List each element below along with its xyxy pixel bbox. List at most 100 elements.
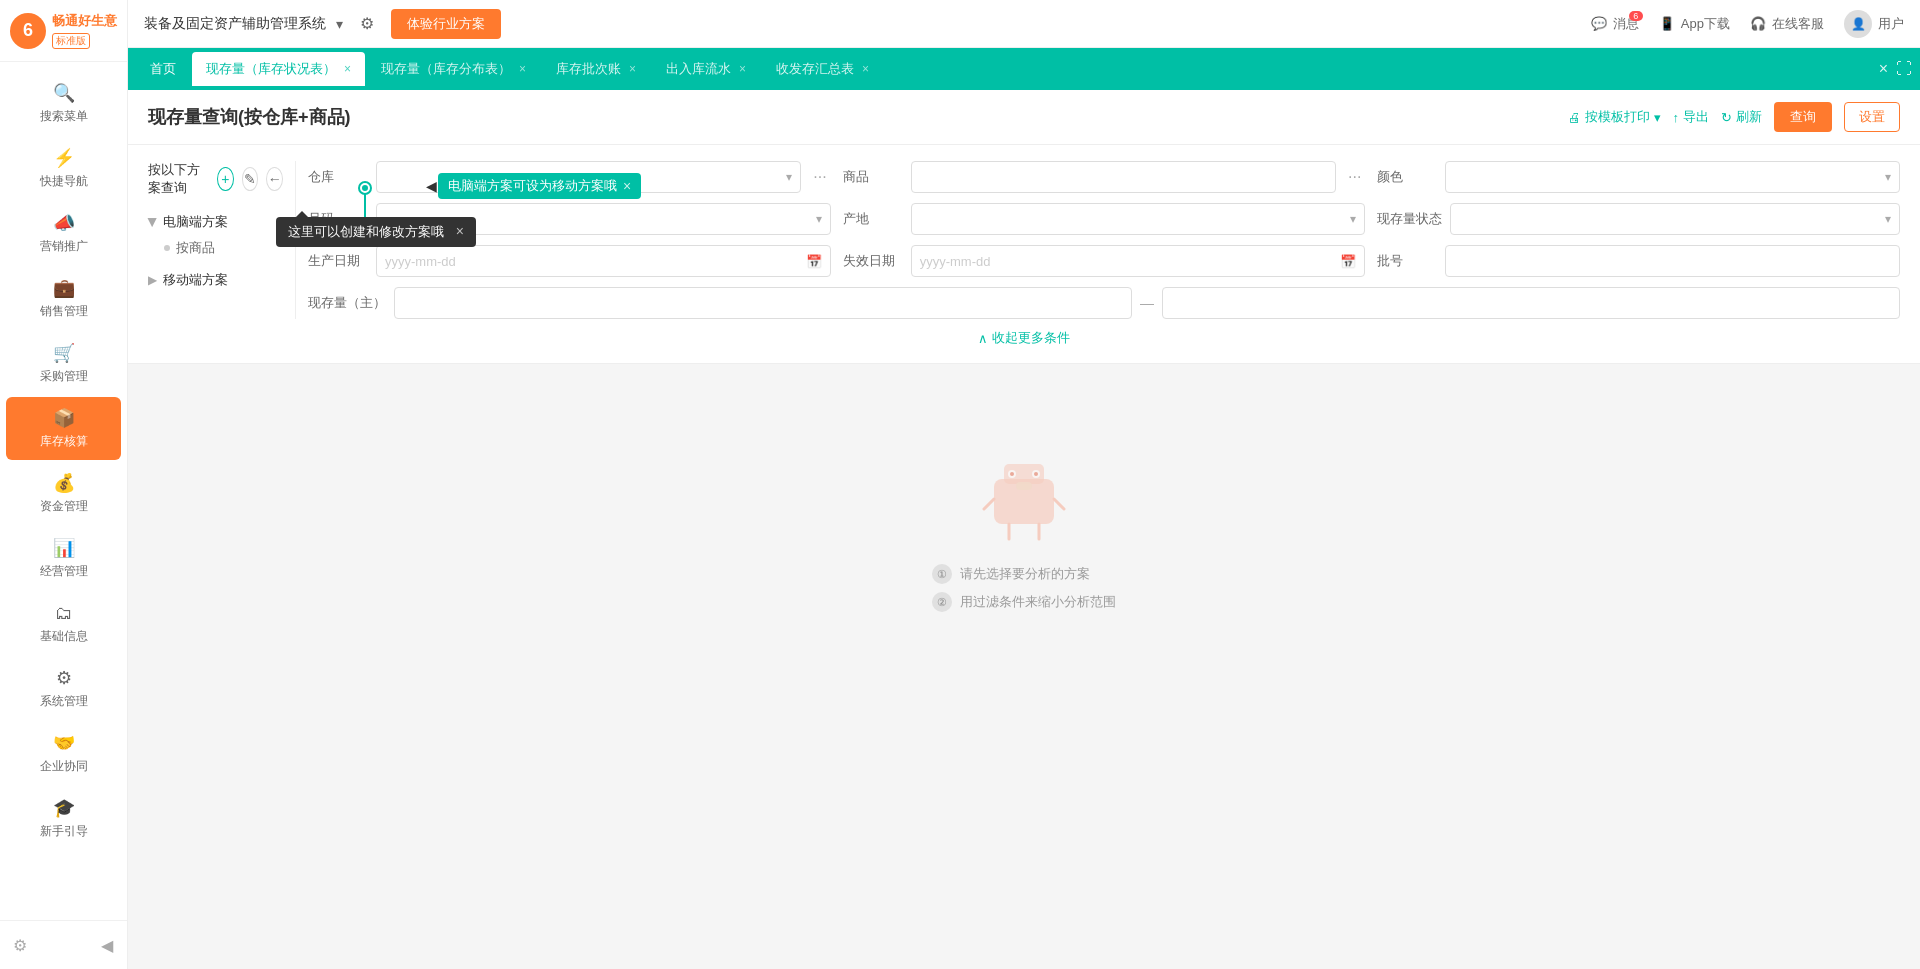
tab-bar: 首页 现存量（库存状况表） × 现存量（库存分布表） × 库存批次账 × 出入库… xyxy=(128,48,1920,90)
system-icon: ⚙ xyxy=(53,667,75,689)
sidebar-item-guide[interactable]: 🎓 新手引导 xyxy=(6,787,121,850)
user-action[interactable]: 👤 用户 xyxy=(1844,10,1904,38)
sidebar-nav: 🔍 搜索菜单 ⚡ 快捷导航 📣 营销推广 💼 销售管理 🛒 采购管理 📦 库存核… xyxy=(0,62,127,920)
page-title: 现存量查询(按仓库+商品) xyxy=(148,105,351,129)
desktop-scheme-toggle[interactable]: ▶ 电脑端方案 xyxy=(148,209,283,235)
page-actions: 🖨 按模板打印 ▾ ↑ 导出 ↻ 刷新 查询 设置 xyxy=(1568,102,1901,132)
scheme-tag-close[interactable]: × xyxy=(623,178,631,194)
add-scheme-button[interactable]: + xyxy=(217,167,234,191)
sidebar-item-marketing[interactable]: 📣 营销推广 xyxy=(6,202,121,265)
export-button[interactable]: ↑ 导出 xyxy=(1673,108,1710,126)
system-dropdown[interactable]: ▾ xyxy=(336,16,343,32)
sidebar-item-enterprise[interactable]: 🤝 企业协同 xyxy=(6,722,121,785)
tab-close-icon-2[interactable]: × xyxy=(519,62,526,76)
batch-label: 批号 xyxy=(1377,252,1437,270)
empty-tip-2: ② 用过滤条件来缩小分析范围 xyxy=(932,592,1116,612)
filter-label: 按以下方案查询 xyxy=(148,161,209,197)
tooltip2-close[interactable]: × xyxy=(456,223,464,239)
svg-rect-6 xyxy=(1016,482,1032,490)
color-group: 颜色 ▾ xyxy=(1377,161,1900,193)
reset-button[interactable]: 设置 xyxy=(1844,102,1900,132)
scheme-tag[interactable]: 电脑端方案可设为移动方案哦 × xyxy=(438,173,641,199)
refresh-icon: ↻ xyxy=(1721,110,1732,125)
stock-status-select[interactable]: ▾ xyxy=(1450,203,1900,235)
online-service-action[interactable]: 🎧 在线客服 xyxy=(1750,15,1824,33)
tab-close-icon-5[interactable]: × xyxy=(862,62,869,76)
sidebar-bottom: ⚙ ◀ xyxy=(0,920,127,969)
operations-icon: 📊 xyxy=(53,537,75,559)
refresh-button[interactable]: ↻ 刷新 xyxy=(1721,108,1762,126)
collapse-button[interactable]: ∧ 收起更多条件 xyxy=(148,329,1900,347)
sidebar-item-finance[interactable]: 💰 资金管理 xyxy=(6,462,121,525)
tab-receive-send[interactable]: 收发存汇总表 × xyxy=(762,52,883,86)
tab-maximize-icon[interactable]: ⛶ xyxy=(1896,60,1912,78)
sidebar-item-operations[interactable]: 📊 经营管理 xyxy=(6,527,121,590)
stock-main-to[interactable] xyxy=(1162,287,1900,319)
empty-tip-2-text: 用过滤条件来缩小分析范围 xyxy=(960,593,1116,611)
app-download-label: App下载 xyxy=(1681,15,1730,33)
arrow-scheme-button[interactable]: ← xyxy=(266,167,283,191)
mfg-date-group: 生产日期 yyyy-mm-dd 📅 xyxy=(308,245,831,277)
settings-bottom-icon[interactable]: ⚙ xyxy=(6,931,34,959)
sidebar-item-sales[interactable]: 💼 销售管理 xyxy=(6,267,121,330)
origin-arrow: ▾ xyxy=(1350,212,1356,226)
avatar: 👤 xyxy=(1844,10,1872,38)
origin-select[interactable]: ▾ xyxy=(911,203,1366,235)
mfg-date-from[interactable]: yyyy-mm-dd 📅 xyxy=(376,245,831,277)
sidebar-item-system[interactable]: ⚙ 系统管理 xyxy=(6,657,121,720)
tab-inventory-dist[interactable]: 现存量（库存分布表） × xyxy=(367,52,540,86)
sidebar-item-inventory[interactable]: 📦 库存核算 xyxy=(6,397,121,460)
empty-tip-1: ① 请先选择要分析的方案 xyxy=(932,564,1090,584)
tab-inventory-status[interactable]: 现存量（库存状况表） × xyxy=(192,52,365,86)
empty-tips: ① 请先选择要分析的方案 ② 用过滤条件来缩小分析范围 xyxy=(932,564,1116,612)
app-download-action[interactable]: 📱 App下载 xyxy=(1659,15,1730,33)
exp-date-group: 失效日期 yyyy-mm-dd 📅 xyxy=(843,245,1366,277)
goods-label: 商品 xyxy=(843,168,903,186)
marketing-icon: 📣 xyxy=(53,212,75,234)
notifications-action[interactable]: 💬 消息 6 xyxy=(1591,15,1639,33)
tab-close-icon-3[interactable]: × xyxy=(629,62,636,76)
stock-status-label: 现存量状态 xyxy=(1377,210,1442,228)
logo-icon: 6 xyxy=(10,13,46,49)
sidebar-logo: 6 畅通好生意 标准版 xyxy=(0,0,127,62)
tab-batch-account[interactable]: 库存批次账 × xyxy=(542,52,650,86)
color-select[interactable]: ▾ xyxy=(1445,161,1900,193)
batch-input[interactable] xyxy=(1445,245,1900,277)
tab-in-out-flow[interactable]: 出入库流水 × xyxy=(652,52,760,86)
tab-home[interactable]: 首页 xyxy=(136,52,190,86)
template-print-button[interactable]: 🖨 按模板打印 ▾ xyxy=(1568,108,1661,126)
empty-state: ① 请先选择要分析的方案 ② 用过滤条件来缩小分析范围 xyxy=(128,364,1920,692)
tab-close-all-icon[interactable]: × xyxy=(1879,60,1888,78)
experience-button[interactable]: 体验行业方案 xyxy=(391,9,501,39)
goods-select[interactable] xyxy=(911,161,1336,193)
empty-tip-1-text: 请先选择要分析的方案 xyxy=(960,565,1090,583)
phone-icon: 📱 xyxy=(1659,16,1675,31)
brand-badge: 标准版 xyxy=(52,33,90,49)
tip-num-2: ② xyxy=(932,592,952,612)
mobile-scheme-toggle[interactable]: ▶ 移动端方案 xyxy=(148,267,283,293)
tab-close-icon[interactable]: × xyxy=(344,62,351,76)
exp-date-from[interactable]: yyyy-mm-dd 📅 xyxy=(911,245,1366,277)
header-settings-icon[interactable]: ⚙ xyxy=(353,10,381,38)
sales-icon: 💼 xyxy=(53,277,75,299)
warehouse-dots[interactable]: ··· xyxy=(809,168,830,186)
edit-scheme-button[interactable]: ✎ xyxy=(242,167,259,191)
inventory-icon: 📦 xyxy=(53,407,75,429)
sidebar-item-basic[interactable]: 🗂 基础信息 xyxy=(6,592,121,655)
scheme-tree-item-1[interactable]: 按商品 xyxy=(164,235,283,261)
export-icon: ↑ xyxy=(1673,110,1680,125)
stock-main-from[interactable] xyxy=(394,287,1132,319)
sidebar-item-search[interactable]: 🔍 搜索菜单 xyxy=(6,72,121,135)
collapse-icon[interactable]: ◀ xyxy=(93,931,121,959)
print-icon: 🖨 xyxy=(1568,110,1581,125)
sidebar-item-purchase[interactable]: 🛒 采购管理 xyxy=(6,332,121,395)
tab-inventory-dist-label: 现存量（库存分布表） xyxy=(381,60,511,78)
search-button[interactable]: 查询 xyxy=(1774,102,1832,132)
tab-close-icon-4[interactable]: × xyxy=(739,62,746,76)
sidebar-item-quick[interactable]: ⚡ 快捷导航 xyxy=(6,137,121,200)
online-service-label: 在线客服 xyxy=(1772,15,1824,33)
sidebar-item-label-basic: 基础信息 xyxy=(40,628,88,645)
main-content: 装备及固定资产辅助管理系统 ▾ ⚙ 体验行业方案 💬 消息 6 📱 App下载 … xyxy=(128,0,1920,969)
filter-row-4: 现存量（主） — xyxy=(308,287,1900,319)
goods-dots[interactable]: ··· xyxy=(1344,168,1365,186)
